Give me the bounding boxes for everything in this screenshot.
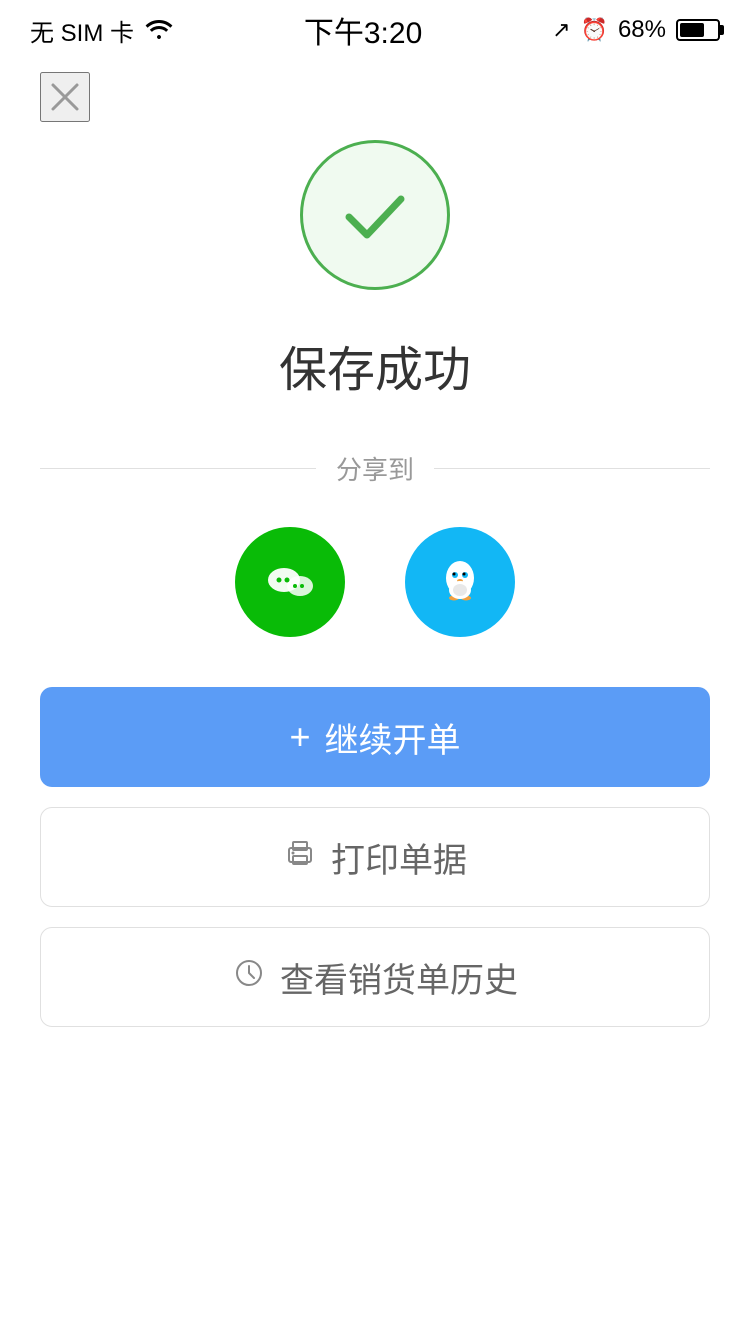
action-buttons: + 继续开单 打印单据 查看销货单历史 [0,687,750,1027]
status-left: 无 SIM 卡 [30,13,174,48]
qq-share-button[interactable] [405,527,515,637]
no-sim-label: 无 SIM 卡 [30,13,134,48]
share-label: 分享到 [336,450,414,487]
wifi-icon [144,15,174,46]
checkmark-icon [335,175,415,255]
share-section: 分享到 [0,450,750,637]
status-right: ↗ ⏰ 68% [552,16,720,44]
status-bar: 无 SIM 卡 下午3:20 ↗ ⏰ 68% [0,0,750,60]
wechat-share-button[interactable] [235,527,345,637]
location-icon: ↗ [552,17,570,43]
qq-icon [428,550,493,615]
history-label: 查看销货单历史 [280,953,518,1002]
share-divider: 分享到 [40,450,710,487]
plus-icon: + [289,716,310,758]
battery-percent: 68% [618,16,666,44]
success-title: 保存成功 [279,330,471,400]
alarm-icon: ⏰ [581,17,608,43]
wechat-icon [258,550,323,615]
printer-icon [283,836,317,879]
history-button[interactable]: 查看销货单历史 [40,927,710,1027]
share-icons [40,527,710,637]
status-time: 下午3:20 [304,8,422,52]
continue-button[interactable]: + 继续开单 [40,687,710,787]
success-area: 保存成功 分享到 [0,60,750,1027]
print-button[interactable]: 打印单据 [40,807,710,907]
battery-icon [676,19,720,41]
close-button[interactable] [40,72,90,122]
success-icon-circle [300,140,450,290]
print-label: 打印单据 [331,833,467,882]
clock-icon [232,956,266,999]
continue-label: 继续开单 [325,713,461,762]
